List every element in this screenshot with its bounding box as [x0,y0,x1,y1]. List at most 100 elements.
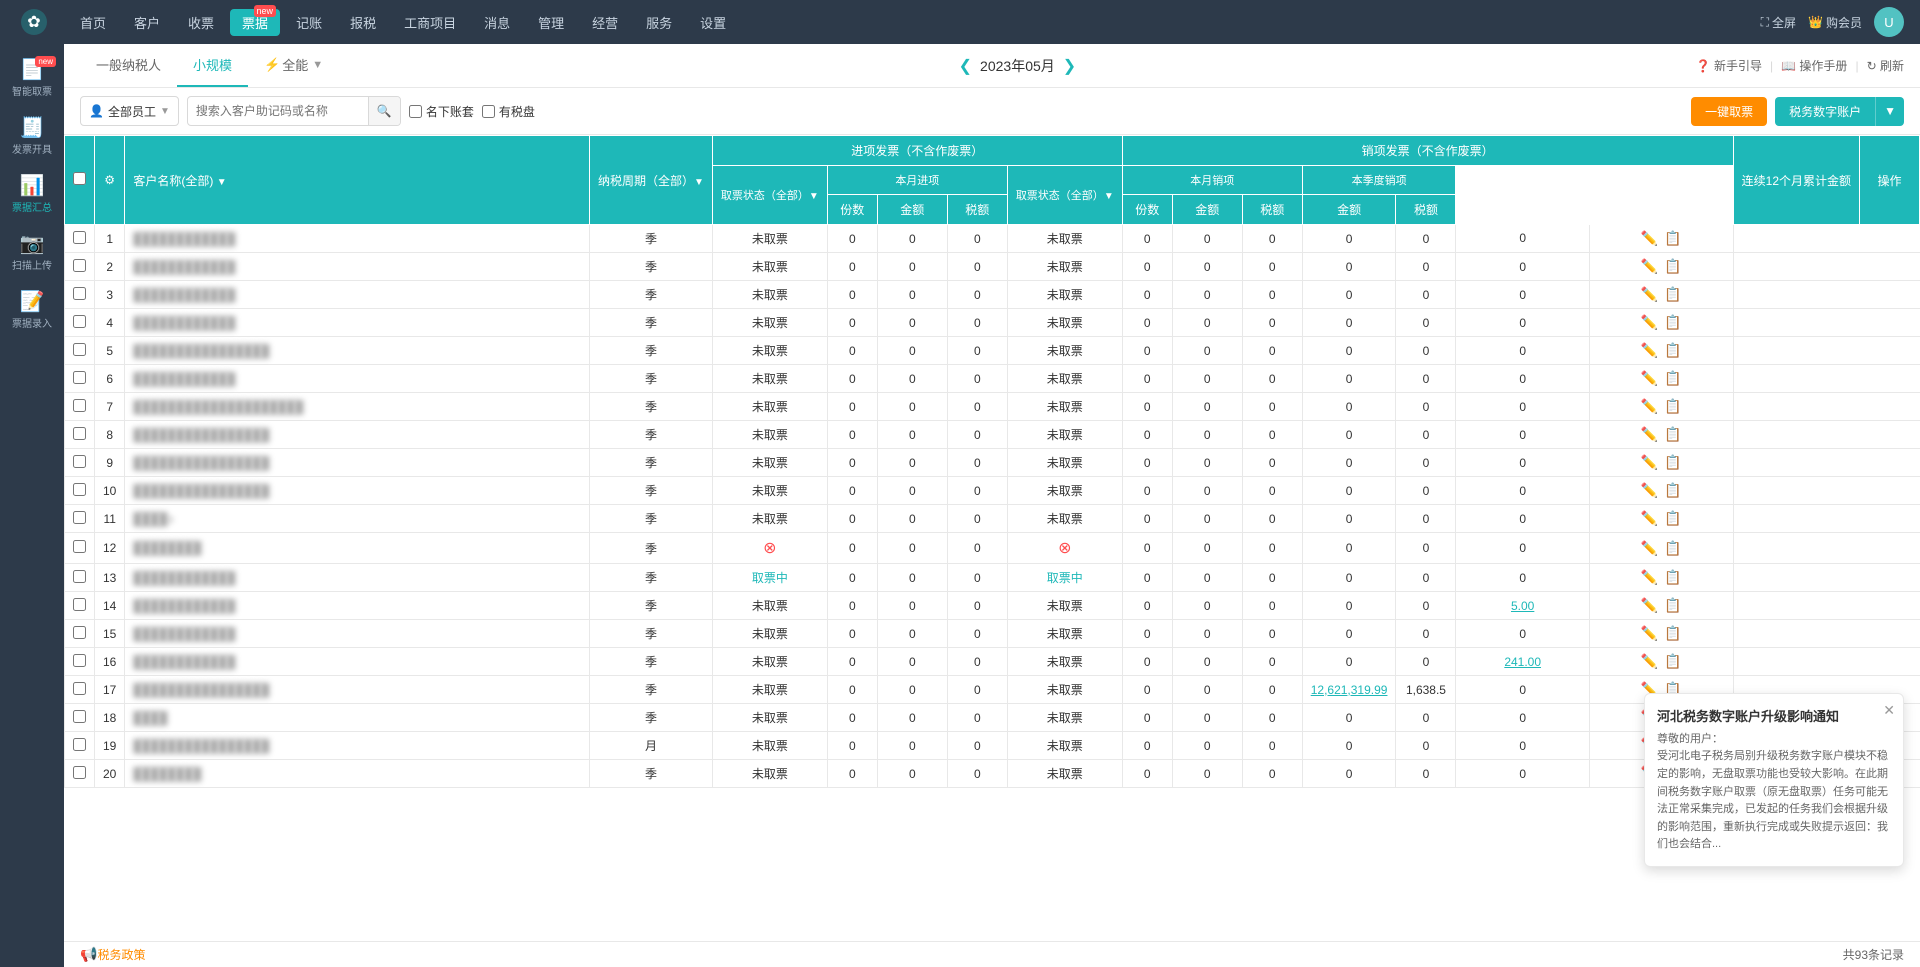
edit-icon-5[interactable]: ✏️ [1641,342,1658,359]
edit-icon-8[interactable]: ✏️ [1641,426,1658,443]
copy-icon-5[interactable]: 📋 [1664,342,1681,359]
has-tax-checkbox-label[interactable]: 有税盘 [482,103,535,120]
copy-icon-1[interactable]: 📋 [1664,230,1681,247]
copy-icon-6[interactable]: 📋 [1664,370,1681,387]
new-guide-link[interactable]: ❓ 新手引导 [1696,57,1762,74]
all-tab-dropdown[interactable]: ▼ [312,59,323,71]
edit-icon-16[interactable]: ✏️ [1641,653,1658,670]
refresh-link[interactable]: ↻ 刷新 [1867,57,1904,74]
edit-icon-13[interactable]: ✏️ [1641,569,1658,586]
out-status-filter[interactable]: ▼ [1104,191,1114,202]
client-filter-icon[interactable]: ▼ [217,177,227,188]
edit-icon-12[interactable]: ✏️ [1641,540,1658,557]
edit-icon-9[interactable]: ✏️ [1641,454,1658,471]
edit-icon-6[interactable]: ✏️ [1641,370,1658,387]
tab-all[interactable]: ⚡ 全能 ▼ [248,44,339,87]
copy-icon-12[interactable]: 📋 [1664,540,1681,557]
row-checkbox-19[interactable] [73,738,86,751]
copy-icon-2[interactable]: 📋 [1664,258,1681,275]
sidebar-item-invoice-entry[interactable]: 📝 票据录入 [4,284,60,338]
edit-icon-10[interactable]: ✏️ [1641,482,1658,499]
nav-client[interactable]: 客户 [122,9,172,36]
row-checkbox-7[interactable] [73,399,86,412]
notification-close-btn[interactable]: ✕ [1883,702,1895,719]
copy-icon-15[interactable]: 📋 [1664,625,1681,642]
row-checkbox-20[interactable] [73,766,86,779]
copy-icon-3[interactable]: 📋 [1664,286,1681,303]
year-amount-link[interactable]: 5.00 [1511,599,1534,613]
sub-ledger-checkbox[interactable] [409,105,422,118]
copy-icon-8[interactable]: 📋 [1664,426,1681,443]
tab-general[interactable]: 一般纳税人 [80,44,177,87]
nav-home[interactable]: 首页 [68,9,118,36]
edit-icon-2[interactable]: ✏️ [1641,258,1658,275]
row-checkbox-14[interactable] [73,598,86,611]
nav-service[interactable]: 服务 [634,9,684,36]
copy-icon-11[interactable]: 📋 [1664,510,1681,527]
nav-invoice[interactable]: 票据 new [230,9,280,36]
row-checkbox-5[interactable] [73,343,86,356]
cycle-filter-icon[interactable]: ▼ [694,177,704,188]
row-checkbox-9[interactable] [73,455,86,468]
tax-policy-link[interactable]: 税务政策 [97,946,145,963]
edit-icon-14[interactable]: ✏️ [1641,597,1658,614]
edit-icon-3[interactable]: ✏️ [1641,286,1658,303]
nav-business[interactable]: 工商项目 [392,9,468,36]
settings-icon[interactable]: ⚙ [104,173,115,187]
row-checkbox-4[interactable] [73,315,86,328]
search-input[interactable] [188,104,368,118]
nav-settings[interactable]: 设置 [688,9,738,36]
month-prev-btn[interactable]: ❮ [959,56,972,76]
fullscreen-btn[interactable]: ⛶ 全屏 [1761,14,1796,31]
row-checkbox-8[interactable] [73,427,86,440]
edit-icon-4[interactable]: ✏️ [1641,314,1658,331]
select-all-checkbox[interactable] [73,172,86,185]
copy-icon-16[interactable]: 📋 [1664,653,1681,670]
tab-small[interactable]: 小规模 [177,44,248,87]
row-checkbox-3[interactable] [73,287,86,300]
copy-icon-10[interactable]: 📋 [1664,482,1681,499]
row-checkbox-17[interactable] [73,682,86,695]
nav-collect[interactable]: 收票 [176,9,226,36]
month-next-btn[interactable]: ❯ [1063,56,1076,76]
nav-management[interactable]: 管理 [526,9,576,36]
one-click-btn[interactable]: 一键取票 [1691,97,1767,126]
copy-icon-14[interactable]: 📋 [1664,597,1681,614]
nav-tax[interactable]: 报税 [338,9,388,36]
row-checkbox-1[interactable] [73,231,86,244]
sub-ledger-checkbox-label[interactable]: 名下账套 [409,103,474,120]
user-avatar[interactable]: U [1874,7,1904,37]
copy-icon-4[interactable]: 📋 [1664,314,1681,331]
row-checkbox-13[interactable] [73,570,86,583]
employee-filter[interactable]: 👤 全部员工 ▼ [80,96,179,126]
row-checkbox-11[interactable] [73,511,86,524]
sidebar-item-smart-invoice[interactable]: 📄 智能取票 new [4,52,60,106]
has-tax-checkbox[interactable] [482,105,495,118]
sidebar-item-invoice-summary[interactable]: 📊 票据汇总 [4,168,60,222]
row-checkbox-2[interactable] [73,259,86,272]
nav-accounting[interactable]: 记账 [284,9,334,36]
edit-icon-7[interactable]: ✏️ [1641,398,1658,415]
edit-icon-1[interactable]: ✏️ [1641,230,1658,247]
copy-icon-9[interactable]: 📋 [1664,454,1681,471]
edit-icon-15[interactable]: ✏️ [1641,625,1658,642]
digital-tax-dropdown-btn[interactable]: ▼ [1875,97,1904,126]
copy-icon-7[interactable]: 📋 [1664,398,1681,415]
manual-link[interactable]: 📖 操作手册 [1781,57,1847,74]
row-checkbox-12[interactable] [73,540,86,553]
nav-message[interactable]: 消息 [472,9,522,36]
in-status-filter[interactable]: ▼ [809,191,819,202]
member-btn[interactable]: 👑 购会员 [1808,14,1862,31]
row-checkbox-15[interactable] [73,626,86,639]
digital-tax-btn[interactable]: 税务数字账户 [1775,97,1875,126]
year-amount-link[interactable]: 241.00 [1504,655,1541,669]
edit-icon-11[interactable]: ✏️ [1641,510,1658,527]
sidebar-item-open-invoice[interactable]: 🧾 发票开具 [4,110,60,164]
row-checkbox-6[interactable] [73,371,86,384]
copy-icon-13[interactable]: 📋 [1664,569,1681,586]
nav-operation[interactable]: 经营 [580,9,630,36]
row-checkbox-16[interactable] [73,654,86,667]
row-checkbox-10[interactable] [73,483,86,496]
q-amount-link[interactable]: 12,621,319.99 [1311,683,1388,697]
row-checkbox-18[interactable] [73,710,86,723]
